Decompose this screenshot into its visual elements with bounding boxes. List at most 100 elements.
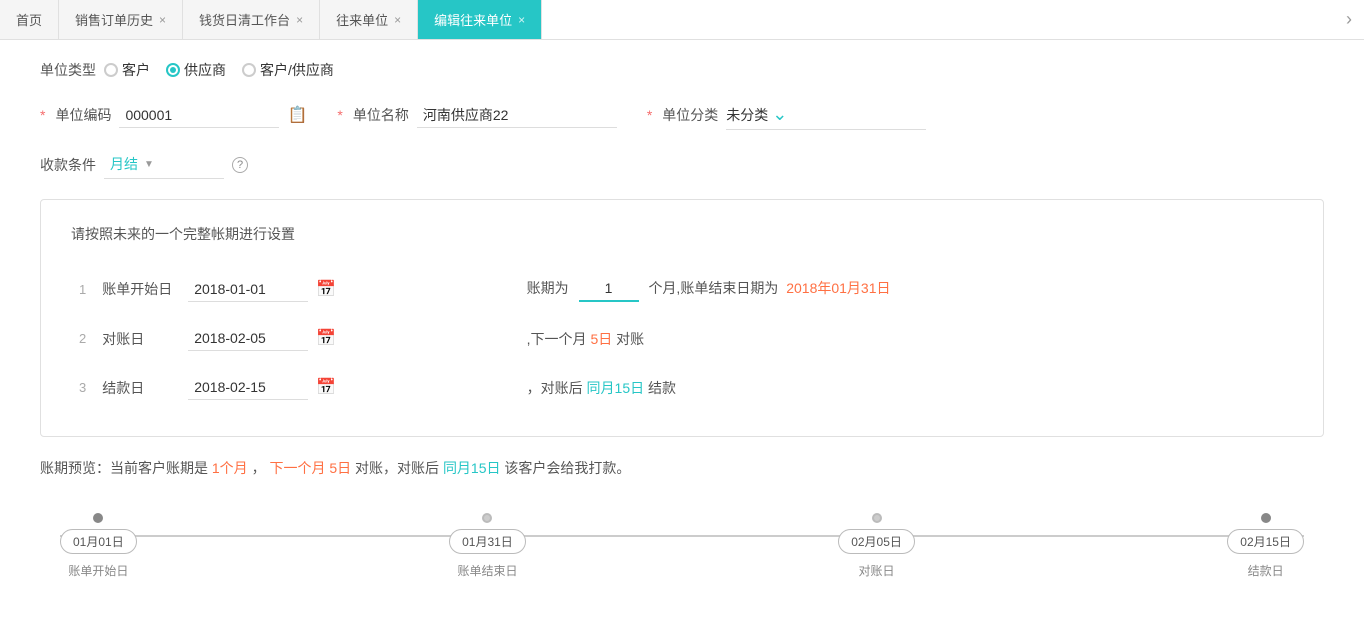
card-hint: 请按照未来的一个完整帐期进行设置 xyxy=(71,224,1293,244)
payment-terms-field: 收款条件 月结 ▼ ? xyxy=(40,150,248,179)
unit-type-field: 单位类型 客户 供应商 客户/供应商 xyxy=(40,60,334,80)
step-1-date-input[interactable] xyxy=(188,277,308,302)
step-1-label: 账单开始日 xyxy=(94,264,180,314)
step-2-date-cell: 📅 xyxy=(180,314,510,363)
timeline-label-1: 01月01日 xyxy=(60,529,137,554)
step-1-detail-cell: 账期为 个月,账单结束日期为 2018年01月31日 xyxy=(511,264,1293,314)
preview-sep: ， xyxy=(252,460,266,476)
unit-type-label: 单位类型 xyxy=(40,60,96,80)
tab-edit-partner-close[interactable]: × xyxy=(518,13,525,27)
unit-code-input[interactable] xyxy=(119,103,279,128)
tab-expand-button[interactable]: › xyxy=(1334,0,1364,39)
timeline-sub-4: 结款日 xyxy=(1248,562,1284,579)
step-1-period-input[interactable] xyxy=(579,276,639,302)
preview-text4: 该客户会给我打款。 xyxy=(504,460,630,476)
step-3-date-cell: 📅 xyxy=(180,363,510,412)
payment-terms-help[interactable]: ? xyxy=(232,157,248,173)
step-2-prefix: ,下一个月 xyxy=(527,331,587,347)
tab-cash-work-label: 钱货日清工作台 xyxy=(199,10,290,29)
timeline-label-4: 02月15日 xyxy=(1227,529,1304,554)
step-3-num: 3 xyxy=(71,363,94,412)
step-3-suffix: 结款 xyxy=(648,380,676,396)
timeline-sub-1: 账单开始日 xyxy=(68,562,128,579)
step-3-date-input[interactable] xyxy=(188,375,308,400)
radio-both[interactable]: 客户/供应商 xyxy=(242,60,334,80)
timeline-dot-1 xyxy=(93,513,103,523)
step-2-suffix: 对账 xyxy=(616,331,644,347)
unit-category-chevron: ⌄ xyxy=(772,104,787,125)
tab-edit-partner-label: 编辑往来单位 xyxy=(434,10,512,29)
step-1-date-cell: 📅 xyxy=(180,264,510,314)
tab-cash-work[interactable]: 钱货日清工作台 × xyxy=(183,0,320,39)
page-content: 单位类型 客户 供应商 客户/供应商 * 单位编码 xyxy=(0,40,1364,629)
timeline-point-2: 01月31日 账单结束日 xyxy=(449,513,526,579)
step-2-date-input[interactable] xyxy=(188,326,308,351)
radio-both-circle xyxy=(242,63,256,77)
timeline-points: 01月01日 账单开始日 01月31日 账单结束日 02月05日 对账日 02月… xyxy=(60,513,1304,579)
timeline-point-4: 02月15日 结款日 xyxy=(1227,513,1304,579)
unit-type-row: 单位类型 客户 供应商 客户/供应商 xyxy=(40,60,1324,80)
unit-code-icon[interactable]: 📋 xyxy=(287,105,307,125)
timeline-sub-2: 账单结束日 xyxy=(457,562,517,579)
unit-category-field: * 单位分类 未分类 ⌄ xyxy=(647,100,926,130)
step-3-row: 3 结款日 📅 ，对账后 同月15日 结款 xyxy=(71,363,1293,412)
step-2-day: 5日 xyxy=(590,331,612,347)
tab-bar: 首页 销售订单历史 × 钱货日清工作台 × 往来单位 × 编辑往来单位 × › xyxy=(0,0,1364,40)
step-1-end-date: 2018年01月31日 xyxy=(786,280,890,296)
preview-reconcile-day: 5日 xyxy=(329,460,351,476)
step-2-detail-cell: ,下一个月 5日 对账 xyxy=(511,314,1293,363)
step-1-suffix: 个月,账单结束日期为 xyxy=(648,280,778,296)
step-1-calendar-icon[interactable]: 📅 xyxy=(316,281,336,298)
unit-category-select[interactable]: 未分类 ⌄ xyxy=(726,100,926,130)
timeline-container: 01月01日 账单开始日 01月31日 账单结束日 02月05日 对账日 02月… xyxy=(40,503,1324,609)
unit-name-label: 单位名称 xyxy=(353,105,409,125)
step-3-detail-cell: ，对账后 同月15日 结款 xyxy=(511,363,1293,412)
preview-reconcile-pre: 下一个月 xyxy=(269,460,325,476)
tab-sales-history-label: 销售订单历史 xyxy=(75,10,153,29)
step-1-period-label: 账期为 xyxy=(527,280,569,296)
unit-code-label: 单位编码 xyxy=(55,105,111,125)
step-3-calendar-icon[interactable]: 📅 xyxy=(316,379,336,396)
timeline-point-1: 01月01日 账单开始日 xyxy=(60,513,137,579)
preview-period: 1个月 xyxy=(212,460,248,476)
payment-terms-row: 收款条件 月结 ▼ ? xyxy=(40,150,1324,179)
tab-sales-history[interactable]: 销售订单历史 × xyxy=(59,0,183,39)
unit-category-star: * xyxy=(647,107,652,123)
preview-label: 账期预览：当前客户账期是 xyxy=(40,460,208,476)
radio-customer[interactable]: 客户 xyxy=(104,60,150,80)
steps-table: 1 账单开始日 📅 账期为 个月,账单结束日期为 2018年01月31日 xyxy=(71,264,1293,412)
timeline-dot-3 xyxy=(872,513,882,523)
timeline-dot-2 xyxy=(482,513,492,523)
step-2-row: 2 对账日 📅 ,下一个月 5日 对账 xyxy=(71,314,1293,363)
radio-supplier-circle xyxy=(166,63,180,77)
preview-text3: 对账，对账后 xyxy=(355,460,439,476)
payment-terms-label: 收款条件 xyxy=(40,155,96,175)
radio-supplier-label: 供应商 xyxy=(184,60,226,80)
tab-home-label: 首页 xyxy=(16,10,42,29)
step-1-num: 1 xyxy=(71,264,94,314)
period-settings-card: 请按照未来的一个完整帐期进行设置 1 账单开始日 📅 账期为 个月,账单结束日期… xyxy=(40,199,1324,437)
tab-home[interactable]: 首页 xyxy=(0,0,59,39)
unit-info-row: * 单位编码 📋 * 单位名称 * 单位分类 未分类 ⌄ xyxy=(40,100,1324,130)
radio-customer-circle xyxy=(104,63,118,77)
timeline-label-2: 01月31日 xyxy=(449,529,526,554)
tab-cash-work-close[interactable]: × xyxy=(296,13,303,27)
step-3-prefix: ，对账后 xyxy=(527,380,583,396)
tab-partner-unit-label: 往来单位 xyxy=(336,10,388,29)
payment-terms-select[interactable]: 月结 ▼ xyxy=(104,150,224,179)
payment-terms-value: 月结 xyxy=(110,154,138,174)
payment-terms-chevron: ▼ xyxy=(144,159,154,170)
step-3-day: 同月15日 xyxy=(587,380,645,396)
tab-sales-history-close[interactable]: × xyxy=(159,13,166,27)
step-2-calendar-icon[interactable]: 📅 xyxy=(316,330,336,347)
tab-partner-unit-close[interactable]: × xyxy=(394,13,401,27)
unit-name-input[interactable] xyxy=(417,103,617,128)
radio-supplier[interactable]: 供应商 xyxy=(166,60,226,80)
step-2-label: 对账日 xyxy=(94,314,180,363)
unit-type-radio-group: 客户 供应商 客户/供应商 xyxy=(104,60,334,80)
tab-partner-unit[interactable]: 往来单位 × xyxy=(320,0,418,39)
preview-payment-day: 同月15日 xyxy=(443,460,501,476)
tab-edit-partner[interactable]: 编辑往来单位 × xyxy=(418,0,542,39)
timeline-sub-3: 对账日 xyxy=(859,562,895,579)
timeline-point-3: 02月05日 对账日 xyxy=(838,513,915,579)
